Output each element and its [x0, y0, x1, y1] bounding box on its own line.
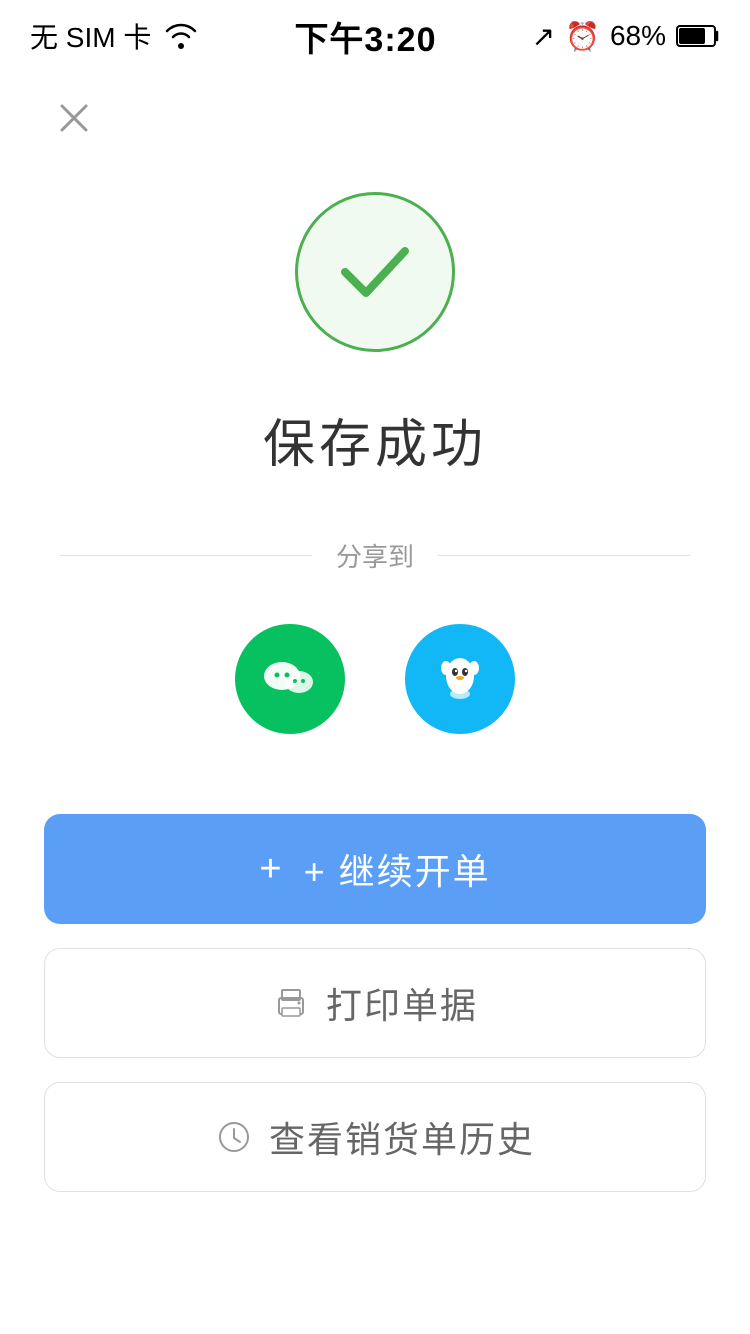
checkmark-icon [330, 227, 420, 317]
main-content: 保存成功 分享到 [0, 72, 750, 1192]
qq-icon [429, 648, 491, 710]
continue-label: + 继续开单 [304, 843, 491, 895]
location-icon: ↗ [532, 20, 555, 53]
continue-icon: + [259, 848, 283, 891]
share-label: 分享到 [336, 537, 414, 574]
status-bar-time: 下午3:20 [294, 12, 436, 61]
divider-line-right [438, 555, 690, 556]
status-bar-left: 无 SIM 卡 [30, 16, 199, 56]
history-button[interactable]: 查看销货单历史 [44, 1082, 706, 1192]
wechat-share-button[interactable] [235, 624, 345, 734]
success-circle [295, 192, 455, 352]
wechat-icon [259, 648, 321, 710]
continue-order-button[interactable]: + + 继续开单 [44, 814, 706, 924]
divider-line-left [60, 555, 312, 556]
history-icon [215, 1118, 253, 1156]
status-bar: 无 SIM 卡 下午3:20 ↗ ⏰ 68% [0, 0, 750, 72]
carrier-text: 无 SIM 卡 [30, 16, 151, 56]
print-label: 打印单据 [326, 977, 478, 1029]
alarm-icon: ⏰ [565, 20, 600, 53]
qq-share-button[interactable] [405, 624, 515, 734]
battery-percentage: 68% [610, 20, 666, 52]
share-divider: 分享到 [0, 537, 750, 574]
wifi-icon [163, 23, 199, 49]
history-label: 查看销货单历史 [269, 1111, 535, 1163]
status-bar-right: ↗ ⏰ 68% [532, 20, 720, 53]
print-button[interactable]: 打印单据 [44, 948, 706, 1058]
action-buttons: + + 继续开单 打印单据 查看销货单历史 [0, 814, 750, 1192]
battery-icon [676, 25, 720, 47]
print-icon [272, 984, 310, 1022]
close-button[interactable] [44, 88, 104, 148]
share-icons [235, 624, 515, 734]
success-title: 保存成功 [263, 402, 487, 477]
